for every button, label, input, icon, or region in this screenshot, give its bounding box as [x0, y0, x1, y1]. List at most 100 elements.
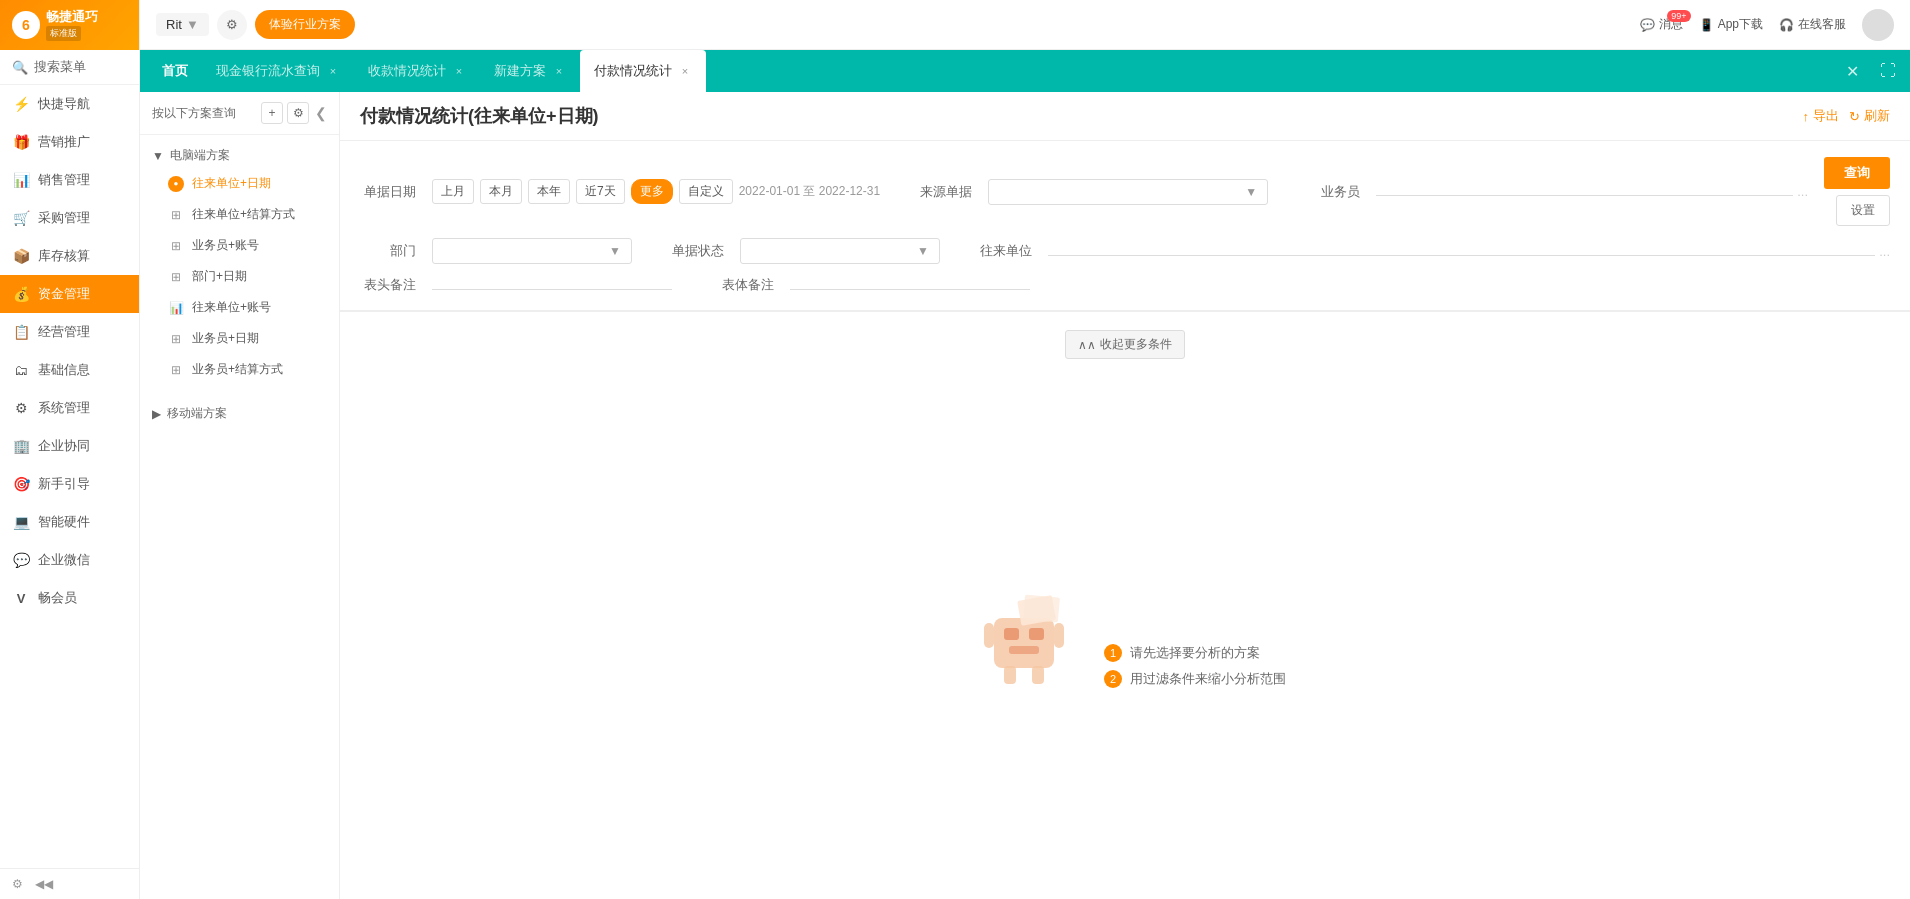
scheme-item-salesman-account[interactable]: ⊞ 业务员+账号	[140, 230, 339, 261]
capital-icon: 💰	[12, 285, 30, 303]
header-note-input[interactable]	[432, 281, 672, 290]
online-service-btn[interactable]: 🎧 在线客服	[1779, 16, 1846, 33]
tab-payment-stats-label: 付款情况统计	[594, 62, 672, 80]
tab-payment-stats[interactable]: 付款情况统计 ×	[580, 50, 706, 92]
dept-label: 部门	[360, 242, 416, 260]
sidebar-item-quick-nav[interactable]: ⚡ 快捷导航	[0, 85, 139, 123]
table-scheme-icon: ⊞	[168, 331, 184, 347]
close-all-tabs-btn[interactable]: ✕	[1838, 57, 1866, 85]
scheme-item-label: 部门+日期	[192, 268, 247, 285]
scheme-settings-btn[interactable]: ⚙	[287, 102, 309, 124]
scheme-item-dept-date[interactable]: ⊞ 部门+日期	[140, 261, 339, 292]
tab-home[interactable]: 首页	[148, 50, 202, 92]
empty-illustration	[964, 588, 1084, 688]
tab-payment-stats-close[interactable]: ×	[678, 64, 692, 78]
vip-icon: V	[12, 589, 30, 607]
date-option-7days[interactable]: 近7天	[576, 179, 625, 204]
query-btn[interactable]: 查询	[1824, 157, 1890, 189]
user-avatar[interactable]	[1862, 9, 1894, 41]
topbar-settings-btn[interactable]: ⚙	[217, 10, 247, 40]
export-btn[interactable]: ↑ 导出	[1803, 107, 1840, 125]
tab-new-scheme[interactable]: 新建方案 ×	[480, 50, 580, 92]
sidebar-item-hardware[interactable]: 💻 智能硬件	[0, 503, 139, 541]
sidebar-item-wechat[interactable]: 💬 企业微信	[0, 541, 139, 579]
body-note-input[interactable]	[790, 281, 1030, 290]
sidebar-item-inventory[interactable]: 📦 库存核算	[0, 237, 139, 275]
source-voucher-label: 来源单据	[916, 183, 972, 201]
counterpart-more-btn[interactable]: ...	[1879, 244, 1890, 259]
svg-rect-3	[1009, 646, 1039, 654]
dept-select[interactable]: ▼	[432, 238, 632, 264]
maximize-btn[interactable]: ⛶	[1874, 57, 1902, 85]
date-option-custom[interactable]: 自定义	[679, 179, 733, 204]
app-logo-icon: 6	[12, 11, 40, 39]
chevron-down-icon: ▼	[917, 244, 929, 258]
download-icon: 📱	[1699, 18, 1714, 32]
salesman-more-btn[interactable]: ...	[1797, 184, 1808, 199]
filter-row-2: 部门 ▼ 单据状态 ▼ 往来单位 ...	[360, 238, 1890, 264]
page-header: 付款情况统计(往来单位+日期) ↑ 导出 ↻ 刷新	[340, 92, 1910, 141]
company-selector[interactable]: Rit ▼	[156, 13, 209, 36]
salesman-input[interactable]	[1376, 187, 1793, 196]
app-download-label: App下载	[1718, 16, 1763, 33]
scheme-panel-title: 按以下方案查询	[152, 105, 255, 122]
sidebar-item-basic[interactable]: 🗂 基础信息	[0, 351, 139, 389]
sidebar-item-enterprise[interactable]: 🏢 企业协同	[0, 427, 139, 465]
search-label: 搜索菜单	[34, 58, 86, 76]
tab-cash-flow-close[interactable]: ×	[326, 64, 340, 78]
refresh-btn[interactable]: ↻ 刷新	[1849, 107, 1890, 125]
sidebar-item-guide[interactable]: 🎯 新手引导	[0, 465, 139, 503]
tab-new-scheme-label: 新建方案	[494, 62, 546, 80]
sidebar-footer: ⚙ ◀◀	[0, 868, 139, 899]
search-icon: 🔍	[12, 60, 28, 75]
online-service-label: 在线客服	[1798, 16, 1846, 33]
message-btn[interactable]: 💬 消息 99+	[1640, 16, 1683, 33]
sidebar-item-operation[interactable]: 📋 经营管理	[0, 313, 139, 351]
sidebar-item-marketing[interactable]: 🎁 营销推广	[0, 123, 139, 161]
search-menu[interactable]: 🔍 搜索菜单	[0, 50, 139, 85]
scheme-item-salesman-settle[interactable]: ⊞ 业务员+结算方式	[140, 354, 339, 385]
settings-footer-btn[interactable]: ⚙	[12, 877, 23, 891]
mobile-group-toggle[interactable]: ▶ 移动端方案	[140, 401, 339, 426]
sidebar-item-sales[interactable]: 📊 销售管理	[0, 161, 139, 199]
add-scheme-btn[interactable]: +	[261, 102, 283, 124]
sidebar-item-vip[interactable]: V 畅会员	[0, 579, 139, 617]
scheme-item-counterpart-settle[interactable]: ⊞ 往来单位+结算方式	[140, 199, 339, 230]
voucher-date-label: 单据日期	[360, 183, 416, 201]
sidebar-item-label: 销售管理	[38, 171, 90, 189]
desktop-scheme-group: ▼ 电脑端方案 ● 往来单位+日期 ⊞ 往来单位+结算方式 ⊞ 业务员+账号 ⊞	[140, 135, 339, 393]
main-content: 付款情况统计(往来单位+日期) ↑ 导出 ↻ 刷新 单据日期	[340, 92, 1910, 899]
date-option-this-year[interactable]: 本年	[528, 179, 570, 204]
date-option-this-month[interactable]: 本月	[480, 179, 522, 204]
service-icon: 🎧	[1779, 18, 1794, 32]
tab-home-label: 首页	[162, 62, 188, 80]
desktop-group-toggle[interactable]: ▼ 电脑端方案	[140, 143, 339, 168]
filter-settings-btn[interactable]: 设置	[1836, 195, 1890, 226]
sidebar-item-label: 快捷导航	[38, 95, 90, 113]
empty-state: 1 请先选择要分析的方案 2 用过滤条件来缩小分析范围	[340, 377, 1910, 899]
scheme-item-counterpart-account[interactable]: 📊 往来单位+账号	[140, 292, 339, 323]
scheme-item-salesman-date[interactable]: ⊞ 业务员+日期	[140, 323, 339, 354]
collapse-more-btn[interactable]: ∧∧ 收起更多条件	[1065, 330, 1185, 359]
sidebar-item-label: 基础信息	[38, 361, 90, 379]
collapse-sidebar-btn[interactable]: ◀◀	[35, 877, 53, 891]
scheme-item-counterpart-date[interactable]: ● 往来单位+日期	[140, 168, 339, 199]
sidebar-item-label: 企业微信	[38, 551, 90, 569]
tab-collection-stats[interactable]: 收款情况统计 ×	[354, 50, 480, 92]
voucher-status-select[interactable]: ▼	[740, 238, 940, 264]
sidebar-item-capital[interactable]: 💰 资金管理	[0, 275, 139, 313]
trial-btn[interactable]: 体验行业方案	[255, 10, 355, 39]
sidebar-item-purchase[interactable]: 🛒 采购管理	[0, 199, 139, 237]
scheme-collapse-btn[interactable]: ❮	[315, 105, 327, 121]
sidebar-item-system[interactable]: ⚙ 系统管理	[0, 389, 139, 427]
app-download-btn[interactable]: 📱 App下载	[1699, 16, 1763, 33]
source-voucher-select[interactable]: ▼	[988, 179, 1268, 205]
date-option-more[interactable]: 更多	[631, 179, 673, 204]
tab-cash-flow[interactable]: 现金银行流水查询 ×	[202, 50, 354, 92]
date-option-last-month[interactable]: 上月	[432, 179, 474, 204]
hardware-icon: 💻	[12, 513, 30, 531]
tab-new-scheme-close[interactable]: ×	[552, 64, 566, 78]
svg-rect-4	[984, 623, 994, 648]
counterpart-input[interactable]	[1048, 247, 1875, 256]
tab-collection-stats-close[interactable]: ×	[452, 64, 466, 78]
